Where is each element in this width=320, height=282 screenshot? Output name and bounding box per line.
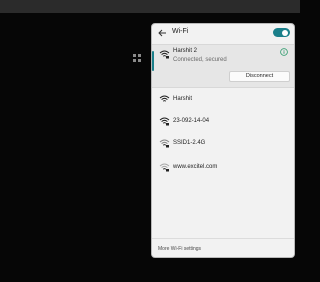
- network-status: Connected, secured: [173, 57, 227, 63]
- disconnect-button[interactable]: Disconnect: [229, 71, 290, 82]
- top-bar: [0, 0, 300, 13]
- network-item[interactable]: SSID1-2.4G: [152, 133, 294, 153]
- wifi-panel: Wi-Fi Harshit 2 Connected, secured Disco…: [151, 23, 295, 258]
- network-name: Harshit: [173, 96, 193, 102]
- network-name: www.excitel.com: [173, 164, 218, 170]
- wifi-secured-icon: [159, 139, 170, 148]
- network-item[interactable]: www.excitel.com: [152, 157, 294, 177]
- wifi-toggle[interactable]: [273, 28, 290, 37]
- more-wifi-settings-link[interactable]: More Wi-Fi settings: [158, 246, 201, 252]
- panel-title: Wi-Fi: [172, 28, 189, 35]
- connected-network-item[interactable]: Harshit 2 Connected, secured Disconnect: [152, 44, 294, 88]
- network-name: SSID1-2.4G: [173, 140, 206, 146]
- network-name: 23-092-14-04: [173, 118, 210, 124]
- toggle-knob: [282, 29, 288, 36]
- network-name: Harshit 2: [173, 48, 198, 54]
- wifi-secured-icon: [159, 50, 170, 59]
- selection-accent: [152, 51, 154, 71]
- info-icon[interactable]: [280, 48, 288, 56]
- wifi-icon: [159, 95, 170, 102]
- app-grid-icon: [133, 54, 141, 62]
- wifi-secured-icon: [159, 117, 170, 126]
- wifi-secured-icon: [159, 163, 170, 172]
- network-item[interactable]: Harshit: [152, 89, 294, 109]
- network-item[interactable]: 23-092-14-04: [152, 111, 294, 131]
- panel-footer: More Wi-Fi settings: [152, 238, 294, 257]
- wifi-panel-header: Wi-Fi: [152, 24, 294, 44]
- back-arrow-icon[interactable]: [157, 28, 167, 38]
